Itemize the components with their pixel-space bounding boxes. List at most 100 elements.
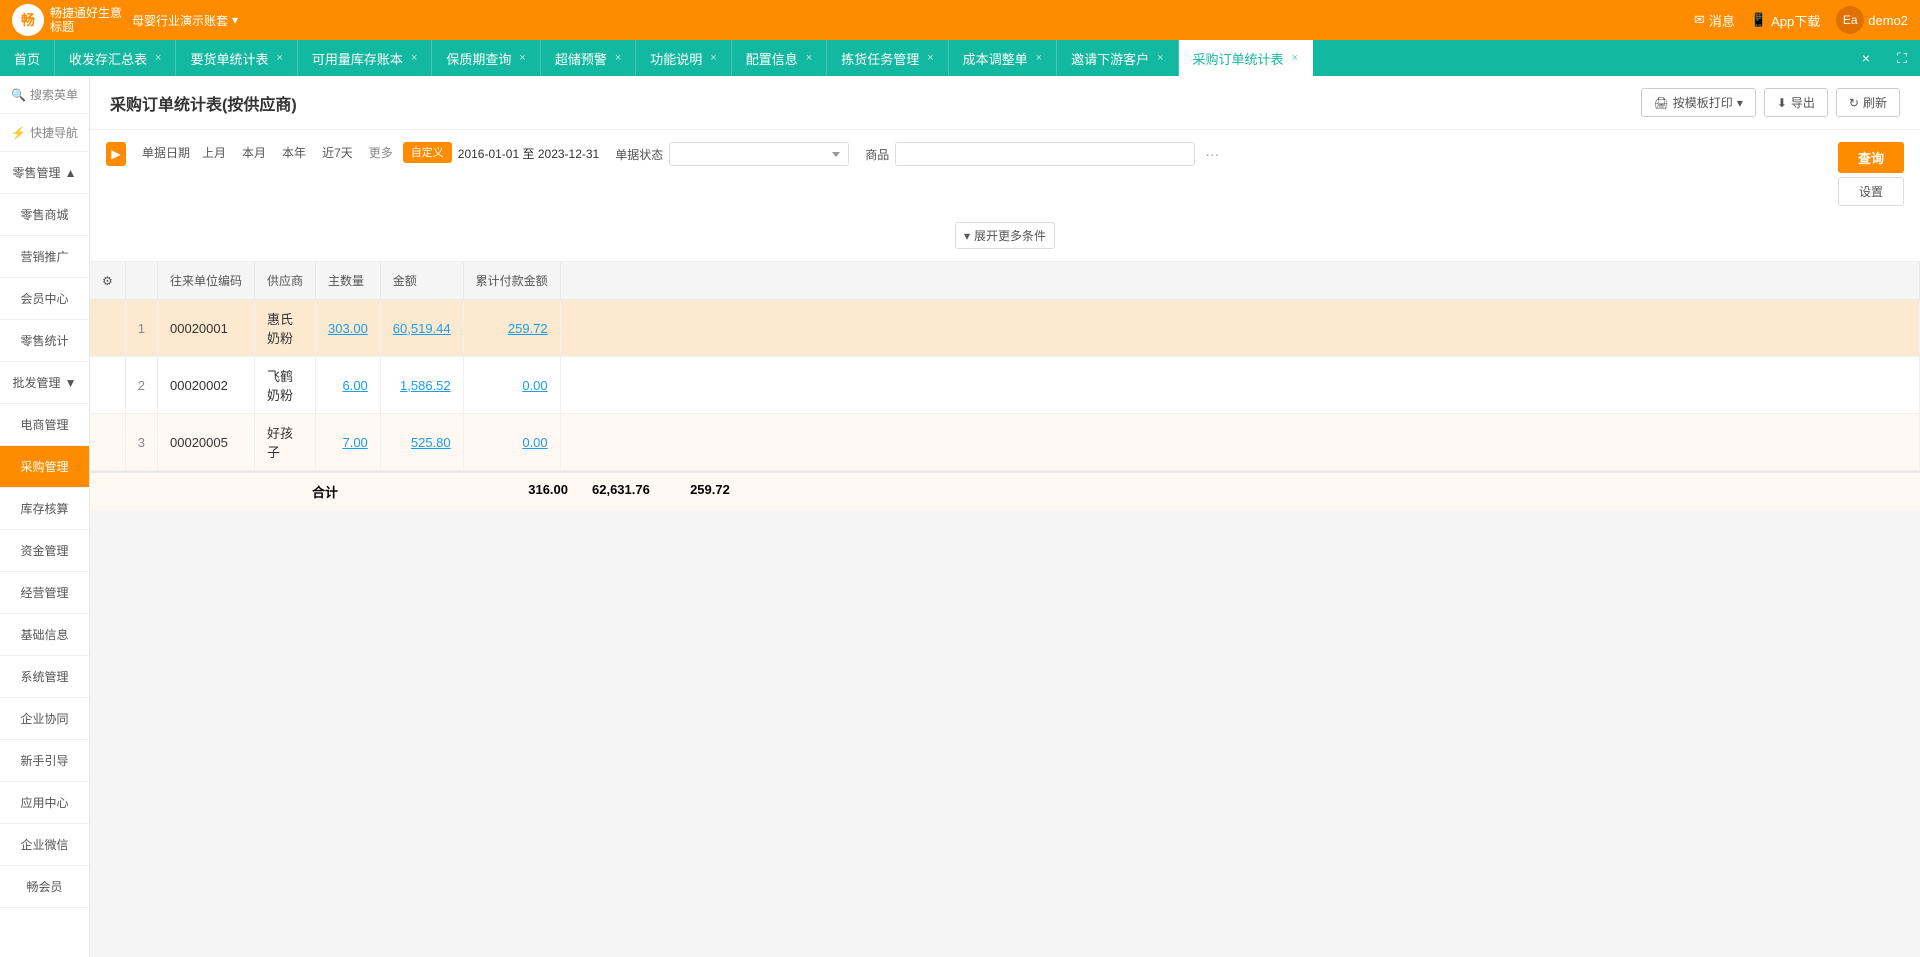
sidebar-item-member-center[interactable]: 会员中心 [0,278,89,320]
industry-label: 母婴行业演示账套 [132,12,228,29]
sidebar-item-basic-info[interactable]: 基础信息 [0,614,89,656]
close-icon[interactable]: × [276,52,282,64]
row-paid-amount[interactable]: 259.72 [463,300,560,357]
close-icon[interactable]: × [1157,52,1163,64]
refresh-btn[interactable]: ↻ 刷新 [1836,88,1900,117]
sidebar-item-retail-stats[interactable]: 零售统计 [0,320,89,362]
date-from: 2016-01-01 [458,147,519,161]
sidebar-item-new-guide[interactable]: 新手引导 [0,740,89,782]
tab-shelf-life[interactable]: 保质期查询× [432,40,540,76]
tab-stock-summary[interactable]: 收发存汇总表× [55,40,176,76]
filter-toggle-btn[interactable]: ▶ [106,142,126,166]
date-range-value: 2016-01-01 至 2023-12-31 [458,145,599,162]
template-print-btn[interactable]: 🖨 按模板打印 ▾ [1641,88,1756,117]
date-more[interactable]: 更多 [363,142,399,163]
table-row[interactable]: 3 00020005 好孩子 7.00 525.80 0.00 [90,414,1920,471]
sidebar-item-ecommerce[interactable]: 电商管理 [0,404,89,446]
sidebar-retail-store-label: 零售商城 [20,206,68,223]
close-icon[interactable]: × [806,52,812,64]
nav-tabs-actions: × ⛶ [1848,40,1920,76]
footer-main-qty: 316.00 [500,482,580,501]
chevron-down-icon: ▾ [964,229,970,243]
top-bar-left: 畅 畅捷通好生意标题 母婴行业演示账套 ▾ [12,4,238,36]
date-last-7-days[interactable]: 近7天 [316,142,359,163]
query-btn[interactable]: 查询 [1838,142,1904,173]
print-icon: 🖨 [1654,96,1669,110]
sidebar-item-enterprise-wechat[interactable]: 企业微信 [0,824,89,866]
sidebar-item-wholesale-mgmt[interactable]: 批发管理 ▼ [0,362,89,404]
logo-text: 畅捷通好生意标题 [50,6,122,35]
row-main-qty[interactable]: 303.00 [316,300,381,357]
sidebar-item-finance[interactable]: 资金管理 [0,530,89,572]
row-main-qty[interactable]: 7.00 [316,414,381,471]
sidebar-quick-nav[interactable]: ⚡ 快捷导航 [0,114,89,152]
th-settings[interactable]: ⚙ [90,262,125,300]
goods-label: 商品 [865,146,889,163]
dropdown-icon: ▾ [1737,96,1743,110]
template-print-label: 按模板打印 [1673,94,1733,111]
industry-select[interactable]: 母婴行业演示账套 ▾ [132,12,238,29]
goods-input[interactable] [895,142,1195,166]
sidebar-item-inventory[interactable]: 库存核算 [0,488,89,530]
sidebar-item-purchase-mgmt[interactable]: 采购管理 [0,446,89,488]
sidebar-item-operations[interactable]: 经营管理 [0,572,89,614]
close-icon[interactable]: × [519,52,525,64]
sidebar-item-vip-member[interactable]: 畅会员 [0,866,89,908]
sidebar-item-retail-mgmt[interactable]: 零售管理 ▲ [0,152,89,194]
close-icon[interactable]: × [1036,52,1042,64]
table-row[interactable]: 2 00020002 飞鹤奶粉 6.00 1,586.52 0.00 [90,357,1920,414]
messages-label: 消息 [1709,11,1735,30]
date-last-month[interactable]: 上月 [196,142,232,163]
tab-purchase-stats[interactable]: 采购订单统计表× [1179,40,1313,76]
close-icon[interactable]: × [710,52,716,64]
date-this-month[interactable]: 本月 [236,142,272,163]
tab-inventory-book[interactable]: 可用量库存账本× [298,40,432,76]
tab-cost-adjust[interactable]: 成本调整单× [949,40,1057,76]
row-amount[interactable]: 1,586.52 [380,357,463,414]
date-this-year[interactable]: 本年 [276,142,312,163]
row-main-qty[interactable]: 6.00 [316,357,381,414]
sidebar-item-retail-store[interactable]: 零售商城 [0,194,89,236]
expand-more-label: 展开更多条件 [974,227,1046,244]
status-select[interactable] [669,142,849,166]
tab-home[interactable]: 首页 [0,40,55,76]
data-table: ⚙ 往来单位编码 供应商 主数量 金额 累计付款金额 1 00020001 [90,262,1920,471]
table-area: ⚙ 往来单位编码 供应商 主数量 金额 累计付款金额 1 00020001 [90,262,1920,510]
table-row[interactable]: 1 00020001 惠氏奶粉 303.00 60,519.44 259.72 [90,300,1920,357]
sidebar-item-system-mgmt[interactable]: 系统管理 [0,656,89,698]
export-btn[interactable]: ⬇ 导出 [1764,88,1828,117]
tab-invite-downstream[interactable]: 邀请下游客户× [1057,40,1178,76]
messages-btn[interactable]: ✉ 消息 [1694,11,1735,30]
sidebar-basic-info-label: 基础信息 [20,626,68,643]
row-amount[interactable]: 60,519.44 [380,300,463,357]
tab-pick-task[interactable]: 拣货任务管理× [827,40,948,76]
maximize-btn[interactable]: ⛶ [1884,40,1920,76]
row-paid-amount[interactable]: 0.00 [463,414,560,471]
row-paid-amount[interactable]: 0.00 [463,357,560,414]
main-layout: 🔍 搜索英单 ⚡ 快捷导航 零售管理 ▲ 零售商城 营销推广 会员中心 零售统计… [0,76,1920,957]
sidebar-search[interactable]: 🔍 搜索英单 [0,76,89,114]
close-icon[interactable]: × [155,52,161,64]
row-amount[interactable]: 525.80 [380,414,463,471]
sidebar-item-enterprise-collab[interactable]: 企业协同 [0,698,89,740]
sidebar-item-marketing[interactable]: 营销推广 [0,236,89,278]
tab-order-stats[interactable]: 要货单统计表× [176,40,297,76]
tab-function-desc[interactable]: 功能说明× [636,40,731,76]
settings-btn[interactable]: 设置 [1838,177,1904,206]
app-download-btn[interactable]: 📱 App下载 [1751,11,1820,30]
close-icon[interactable]: × [411,52,417,64]
sidebar-item-app-center[interactable]: 应用中心 [0,782,89,824]
tab-config[interactable]: 配置信息× [732,40,827,76]
app-download-label: App下载 [1771,11,1820,30]
row-supplier-code: 00020002 [158,357,255,414]
more-dots-icon[interactable]: ··· [1201,146,1223,162]
user-area[interactable]: Ea demo2 [1836,6,1908,34]
nav-icon: ⚡ [11,126,26,140]
close-icon[interactable]: × [615,52,621,64]
close-tab-btn[interactable]: × [1848,40,1884,76]
tab-overstock[interactable]: 超储预警× [541,40,636,76]
filter-area: ▶ 单据日期 上月 本月 本年 近7天 更多 自定义 2016-01-01 [90,130,1920,262]
close-icon[interactable]: × [1292,52,1298,64]
close-icon[interactable]: × [927,52,933,64]
expand-more-btn[interactable]: ▾ 展开更多条件 [955,222,1055,249]
